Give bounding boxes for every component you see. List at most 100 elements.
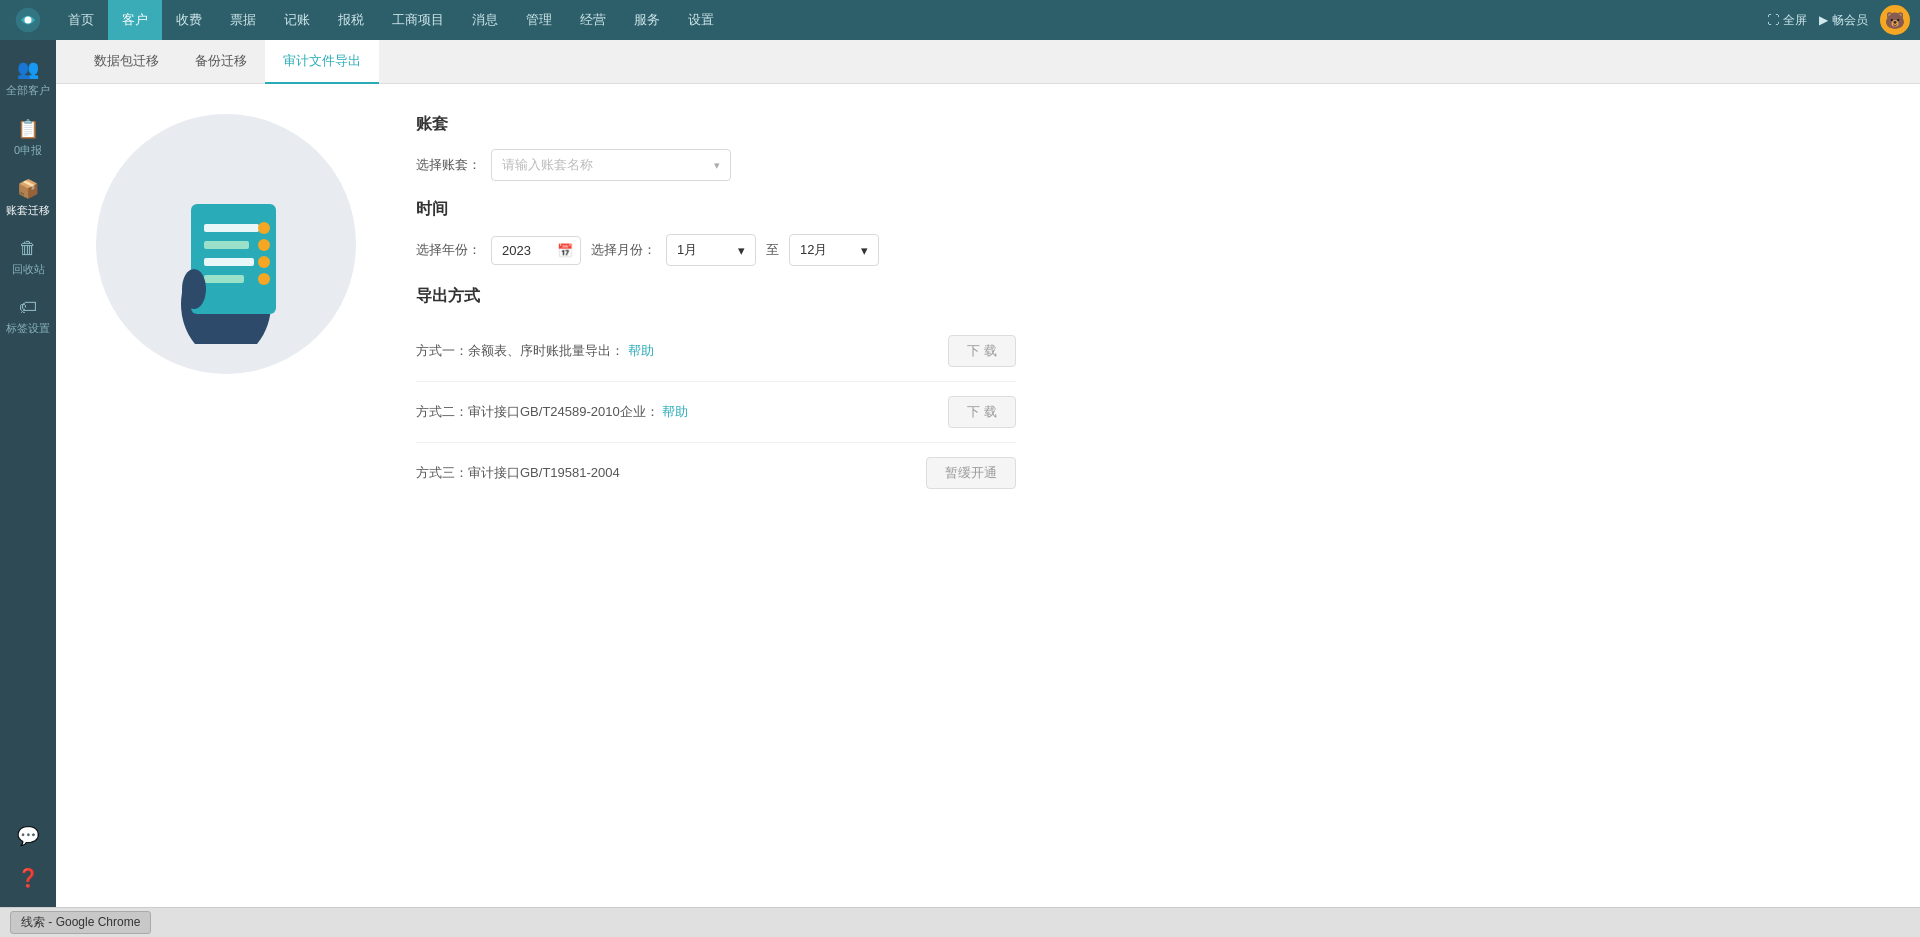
export-method-1-download-button[interactable]: 下 载 [948,335,1016,367]
account-row: 选择账套： 请输入账套名称 ▾ [416,149,1016,181]
time-row: 选择年份： 📅 选择月份： 1月 ▾ 至 12月 ▾ [416,234,1016,266]
all-clients-icon: 👥 [17,58,39,80]
nav-settings[interactable]: 设置 [674,0,728,40]
chat-icon: 💬 [17,825,39,847]
illustration-circle [96,114,356,374]
svg-rect-7 [204,275,244,283]
nav-right-area: ⛶ 全屏 ▶ 畅会员 🐻 [1767,5,1910,35]
export-method-2-text: 方式二：审计接口GB/T24589-2010企业： [416,404,659,419]
page-content: 账套 选择账套： 请输入账套名称 ▾ 时间 选择年份： 📅 [56,84,1920,907]
month-start-value: 1月 [677,241,697,259]
export-section: 导出方式 方式一：余额表、序时账批量导出： 帮助 下 载 方式二：审计接口GB/… [416,286,1016,503]
fullscreen-label: 全屏 [1783,12,1807,29]
export-method-2-help-link[interactable]: 帮助 [662,404,688,419]
sidebar-item-recycle[interactable]: 🗑 回收站 [0,230,56,285]
export-method-2-download-button[interactable]: 下 载 [948,396,1016,428]
year-input-wrap: 📅 [491,236,581,265]
member-label: 畅会员 [1832,12,1868,29]
month-label: 选择月份： [591,241,656,259]
nav-invoices[interactable]: 票据 [216,0,270,40]
sidebar-item-account-migration[interactable]: 📦 账套迁移 [0,170,56,226]
tab-audit-export[interactable]: 审计文件导出 [265,40,379,84]
help-icon: ❓ [17,867,39,889]
taskbar-chrome-item[interactable]: 线索 - Google Chrome [10,911,151,934]
tab-data-migration[interactable]: 数据包迁移 [76,40,177,84]
svg-point-1 [25,17,32,24]
app-logo[interactable] [10,2,46,38]
nav-services[interactable]: 服务 [620,0,674,40]
fullscreen-icon: ⛶ [1767,13,1779,27]
nav-messages[interactable]: 消息 [458,0,512,40]
sidebar-item-label: 0申报 [14,143,42,158]
sidebar: 👥 全部客户 📋 0申报 📦 账套迁移 🗑 回收站 🏷 标签设置 💬 ❓ [0,40,56,907]
month-end-value: 12月 [800,241,827,259]
tab-bar: 数据包迁移 备份迁移 审计文件导出 [56,40,1920,84]
nav-operations[interactable]: 经营 [566,0,620,40]
export-method-1-help-link[interactable]: 帮助 [628,343,654,358]
illustration-svg [136,144,316,344]
nav-bookkeeping[interactable]: 记账 [270,0,324,40]
nav-clients[interactable]: 客户 [108,0,162,40]
export-method-3-open-button[interactable]: 暂缓开通 [926,457,1016,489]
top-navigation: 首页 客户 收费 票据 记账 报税 工商项目 消息 管理 经营 服务 设置 ⛶ … [0,0,1920,40]
account-placeholder: 请输入账套名称 [502,156,593,174]
zero-declaration-icon: 📋 [17,118,39,140]
export-section-title: 导出方式 [416,286,1016,307]
account-chevron-icon: ▾ [714,159,720,172]
account-label: 选择账套： [416,156,481,174]
month-to-label: 至 [766,241,779,259]
taskbar: 线索 - Google Chrome [0,907,1920,937]
svg-rect-5 [204,241,249,249]
sidebar-item-help[interactable]: ❓ [0,859,56,897]
member-button[interactable]: ▶ 畅会员 [1819,12,1868,29]
nav-management[interactable]: 管理 [512,0,566,40]
sidebar-item-chat[interactable]: 💬 [0,817,56,855]
export-method-2: 方式二：审计接口GB/T24589-2010企业： 帮助 下 载 [416,382,1016,443]
export-method-3-text: 方式三：审计接口GB/T19581-2004 [416,465,620,480]
svg-rect-4 [204,224,259,232]
recycle-icon: 🗑 [19,238,37,259]
sidebar-item-all-clients[interactable]: 👥 全部客户 [0,50,56,106]
svg-point-10 [258,256,270,268]
account-select[interactable]: 请输入账套名称 ▾ [491,149,731,181]
tag-settings-icon: 🏷 [19,297,37,318]
month-end-chevron-icon: ▾ [861,243,868,258]
tab-backup-migration[interactable]: 备份迁移 [177,40,265,84]
content-area: 数据包迁移 备份迁移 审计文件导出 [56,40,1920,907]
export-method-3-label: 方式三：审计接口GB/T19581-2004 [416,464,620,482]
sidebar-bottom: 💬 ❓ [0,817,56,907]
month-start-select[interactable]: 1月 ▾ [666,234,756,266]
nav-home[interactable]: 首页 [54,0,108,40]
export-method-1-text: 方式一：余额表、序时账批量导出： [416,343,624,358]
sidebar-item-label: 回收站 [12,262,45,277]
sidebar-item-zero-declaration[interactable]: 📋 0申报 [0,110,56,166]
export-method-3: 方式三：审计接口GB/T19581-2004 暂缓开通 [416,443,1016,503]
nav-billing[interactable]: 收费 [162,0,216,40]
sidebar-item-tag-settings[interactable]: 🏷 标签设置 [0,289,56,344]
year-input[interactable] [491,236,581,265]
account-migration-icon: 📦 [17,178,39,200]
account-section-title: 账套 [416,114,1016,135]
export-method-1: 方式一：余额表、序时账批量导出： 帮助 下 载 [416,321,1016,382]
month-end-select[interactable]: 12月 ▾ [789,234,879,266]
fullscreen-button[interactable]: ⛶ 全屏 [1767,12,1807,29]
svg-rect-6 [204,258,254,266]
year-label: 选择年份： [416,241,481,259]
month-start-chevron-icon: ▾ [738,243,745,258]
sidebar-item-label: 全部客户 [6,83,50,98]
form-area: 账套 选择账套： 请输入账套名称 ▾ 时间 选择年份： 📅 [416,114,1016,503]
illustration-area [96,114,356,374]
user-avatar[interactable]: 🐻 [1880,5,1910,35]
sidebar-item-label: 账套迁移 [6,203,50,218]
nav-menu: 首页 客户 收费 票据 记账 报税 工商项目 消息 管理 经营 服务 设置 [54,0,1767,40]
time-section-title: 时间 [416,199,1016,220]
nav-tax[interactable]: 报税 [324,0,378,40]
svg-point-8 [258,222,270,234]
export-method-1-label: 方式一：余额表、序时账批量导出： 帮助 [416,342,654,360]
svg-point-11 [258,273,270,285]
nav-business[interactable]: 工商项目 [378,0,458,40]
export-method-2-label: 方式二：审计接口GB/T24589-2010企业： 帮助 [416,403,688,421]
svg-point-12 [182,269,206,309]
svg-point-9 [258,239,270,251]
sidebar-item-label: 标签设置 [6,321,50,336]
